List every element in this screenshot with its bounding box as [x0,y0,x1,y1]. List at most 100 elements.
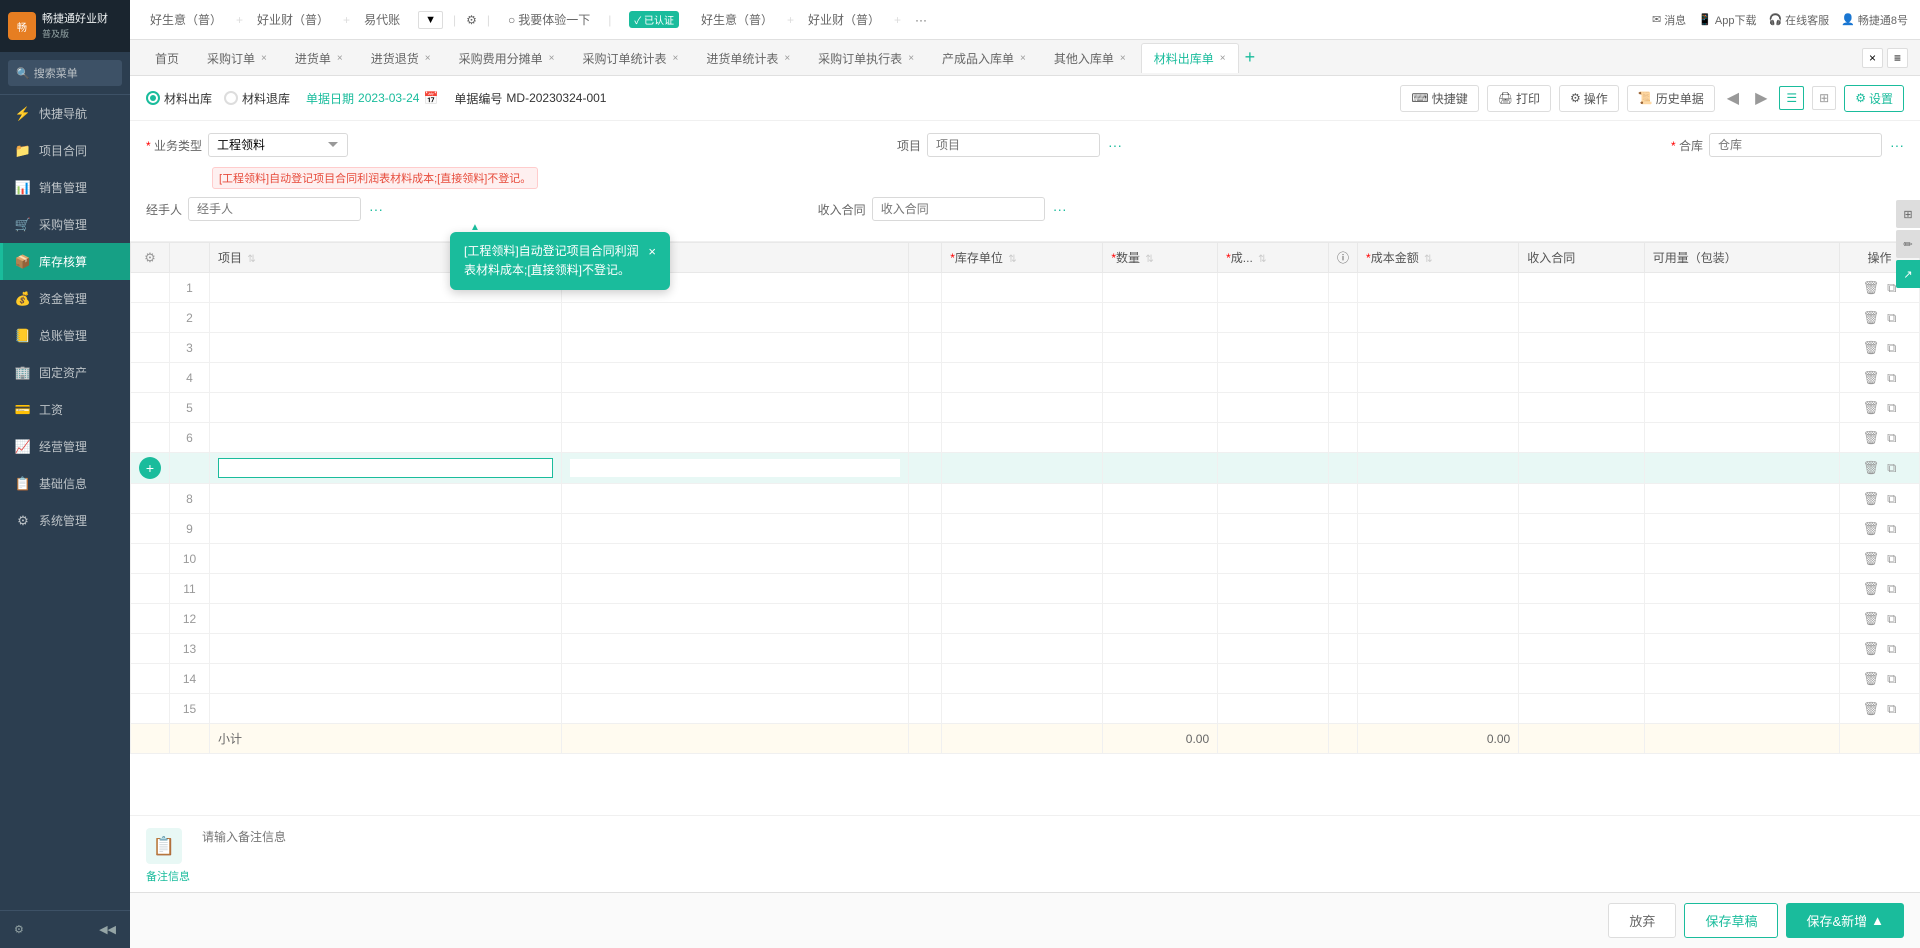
page-settings-button[interactable]: ⚙ 设置 [1844,85,1904,112]
copy-row-2-button[interactable]: ⧉ [1885,308,1898,328]
warehouse-dots-button[interactable]: ··· [1890,137,1904,153]
tab-close-material-outbound[interactable]: × [1220,53,1226,64]
tab-finished-goods[interactable]: 产成品入库单 × [929,43,1039,73]
delete-row-15-button[interactable]: 🗑 [1861,699,1882,719]
row-7-col1-input[interactable] [218,458,553,478]
sort-quantity-icon[interactable]: ⇅ [1145,254,1153,265]
project-dots-button[interactable]: ··· [1108,137,1122,153]
copy-row-9-button[interactable]: ⧉ [1885,519,1898,539]
delete-row-5-button[interactable]: 🗑 [1861,398,1882,418]
right-tool-1-button[interactable]: ⊞ [1896,200,1920,228]
handler-input[interactable] [188,197,361,221]
sidebar-item-operations[interactable]: 📈 经营管理 [0,428,130,465]
copy-row-12-button[interactable]: ⧉ [1885,609,1898,629]
delete-row-1-button[interactable]: 🗑 [1861,278,1882,298]
copy-row-15-button[interactable]: ⧉ [1885,699,1898,719]
copy-row-13-button[interactable]: ⧉ [1885,639,1898,659]
tab-close-purchase-order[interactable]: × [261,53,267,64]
copy-row-5-button[interactable]: ⧉ [1885,398,1898,418]
col-quantity[interactable]: *数量 ⇅ [1103,243,1218,273]
warehouse-input[interactable] [1709,133,1882,157]
history-docs-button[interactable]: 📜 历史单据 [1627,85,1715,112]
sort-project-icon[interactable]: ⇅ [247,254,255,265]
next-record-button[interactable]: ▶ [1751,84,1771,112]
copy-row-11-button[interactable]: ⧉ [1885,579,1898,599]
delete-row-8-button[interactable]: 🗑 [1861,489,1882,509]
online-support-button[interactable]: 🎧 在线客服 [1768,12,1829,28]
app-download-button[interactable]: 📱 App下载 [1698,12,1756,28]
discard-button[interactable]: 放弃 [1608,903,1676,938]
add-row-button[interactable]: + [139,457,161,479]
sort-cost-amount-icon[interactable]: ⇅ [1424,254,1432,265]
delete-row-10-button[interactable]: 🗑 [1861,549,1882,569]
tab-purchase-exec[interactable]: 采购订单执行表 × [805,43,927,73]
project-input[interactable] [927,133,1100,157]
sidebar-item-sales[interactable]: 📊 销售管理 [0,169,130,206]
row-7-col2-input[interactable] [570,459,901,477]
radio-material-return[interactable]: 材料退库 [224,90,290,107]
tab-close-purchase-stats[interactable]: × [672,53,678,64]
print-button[interactable]: 🖨 打印 [1487,85,1551,112]
sidebar-item-purchase[interactable]: 🛒 采购管理 [0,206,130,243]
note-textarea[interactable] [202,824,1904,874]
sidebar-item-salary[interactable]: 💳 工资 [0,391,130,428]
topbar-nav-good-finance[interactable]: 好业财（普） [800,7,888,32]
col-cost-amount[interactable]: *成本金额 ⇅ [1358,243,1519,273]
delete-row-4-button[interactable]: 🗑 [1861,368,1882,388]
col-settings[interactable]: ⚙ [131,243,170,273]
delete-row-7-button[interactable]: 🗑 [1861,458,1882,478]
business-type-select[interactable]: 工程领料 直接领料 [208,133,348,157]
copy-row-6-button[interactable]: ⧉ [1885,428,1898,448]
tab-goods-return[interactable]: 进货退货 × [358,43,444,73]
tab-other-inbound[interactable]: 其他入库单 × [1041,43,1139,73]
save-new-button[interactable]: 保存&新增 ▲ [1786,903,1904,938]
sidebar-item-assets[interactable]: 🏢 固定资产 [0,354,130,391]
delete-row-14-button[interactable]: 🗑 [1861,669,1882,689]
topbar-nav-easy-accounts[interactable]: 易代账 [356,7,408,32]
breadcrumb-button[interactable]: ≡ [1887,48,1908,68]
topbar-nav-good-biz[interactable]: 好生意（普） [142,7,230,32]
tab-home[interactable]: 首页 [142,43,192,73]
copy-row-4-button[interactable]: ⧉ [1885,368,1898,388]
right-tool-2-button[interactable]: ✏ [1896,230,1920,258]
delete-row-9-button[interactable]: 🗑 [1861,519,1882,539]
tab-close-goods-return[interactable]: × [425,53,431,64]
col-cost-price[interactable]: *成... ⇅ [1218,243,1329,273]
sort-cost-price-icon[interactable]: ⇅ [1258,254,1266,265]
copy-row-8-button[interactable]: ⧉ [1885,489,1898,509]
collapse-sidebar-button[interactable]: ◀◀ [93,919,122,940]
sidebar-item-project-contract[interactable]: 📁 项目合同 [0,132,130,169]
add-tab-button[interactable]: + [1241,43,1260,72]
delete-row-12-button[interactable]: 🗑 [1861,609,1882,629]
message-button[interactable]: ✉ 消息 [1652,12,1686,28]
settings-gear-button[interactable]: ⚙ [8,919,30,940]
tab-close-other-inbound[interactable]: × [1120,53,1126,64]
col-unit[interactable]: *库存单位 ⇅ [942,243,1103,273]
sidebar-item-finance[interactable]: 💰 资金管理 [0,280,130,317]
tab-material-outbound[interactable]: 材料出库单 × [1141,43,1239,73]
tab-goods-stats[interactable]: 进货单统计表 × [693,43,803,73]
tab-purchase-expense[interactable]: 采购费用分摊单 × [446,43,568,73]
tab-goods-receipt[interactable]: 进货单 × [282,43,356,73]
sidebar-item-basic-info[interactable]: 📋 基础信息 [0,465,130,502]
income-contract-dots-button[interactable]: ··· [1053,201,1067,217]
copy-row-14-button[interactable]: ⧉ [1885,669,1898,689]
topbar-nav-good-biz2[interactable]: 好业财（普） [249,7,337,32]
tab-close-goods-receipt[interactable]: × [337,53,343,64]
settings-gear-topbar-button[interactable]: ⚙ [466,13,477,27]
search-menu-button[interactable]: 🔍 搜索菜单 [8,60,122,86]
income-contract-input[interactable] [872,197,1045,221]
sidebar-item-ledger[interactable]: 📒 总账管理 [0,317,130,354]
prev-record-button[interactable]: ◀ [1723,84,1743,112]
shortcut-keys-button[interactable]: ⌨ 快捷键 [1400,85,1478,112]
delete-row-6-button[interactable]: 🗑 [1861,428,1882,448]
sort-unit-icon[interactable]: ⇅ [1008,254,1016,265]
save-draft-button[interactable]: 保存草稿 [1684,903,1778,938]
operations-button[interactable]: ⚙ 操作 [1559,85,1619,112]
nav-dropdown-button[interactable]: ▼ [418,11,443,29]
column-settings-icon[interactable]: ⚙ [144,250,156,265]
copy-row-10-button[interactable]: ⧉ [1885,549,1898,569]
tab-purchase-order[interactable]: 采购订单 × [194,43,280,73]
grid-view-button[interactable]: ⊞ [1812,86,1836,110]
tooltip-close-button[interactable]: × [648,242,656,263]
